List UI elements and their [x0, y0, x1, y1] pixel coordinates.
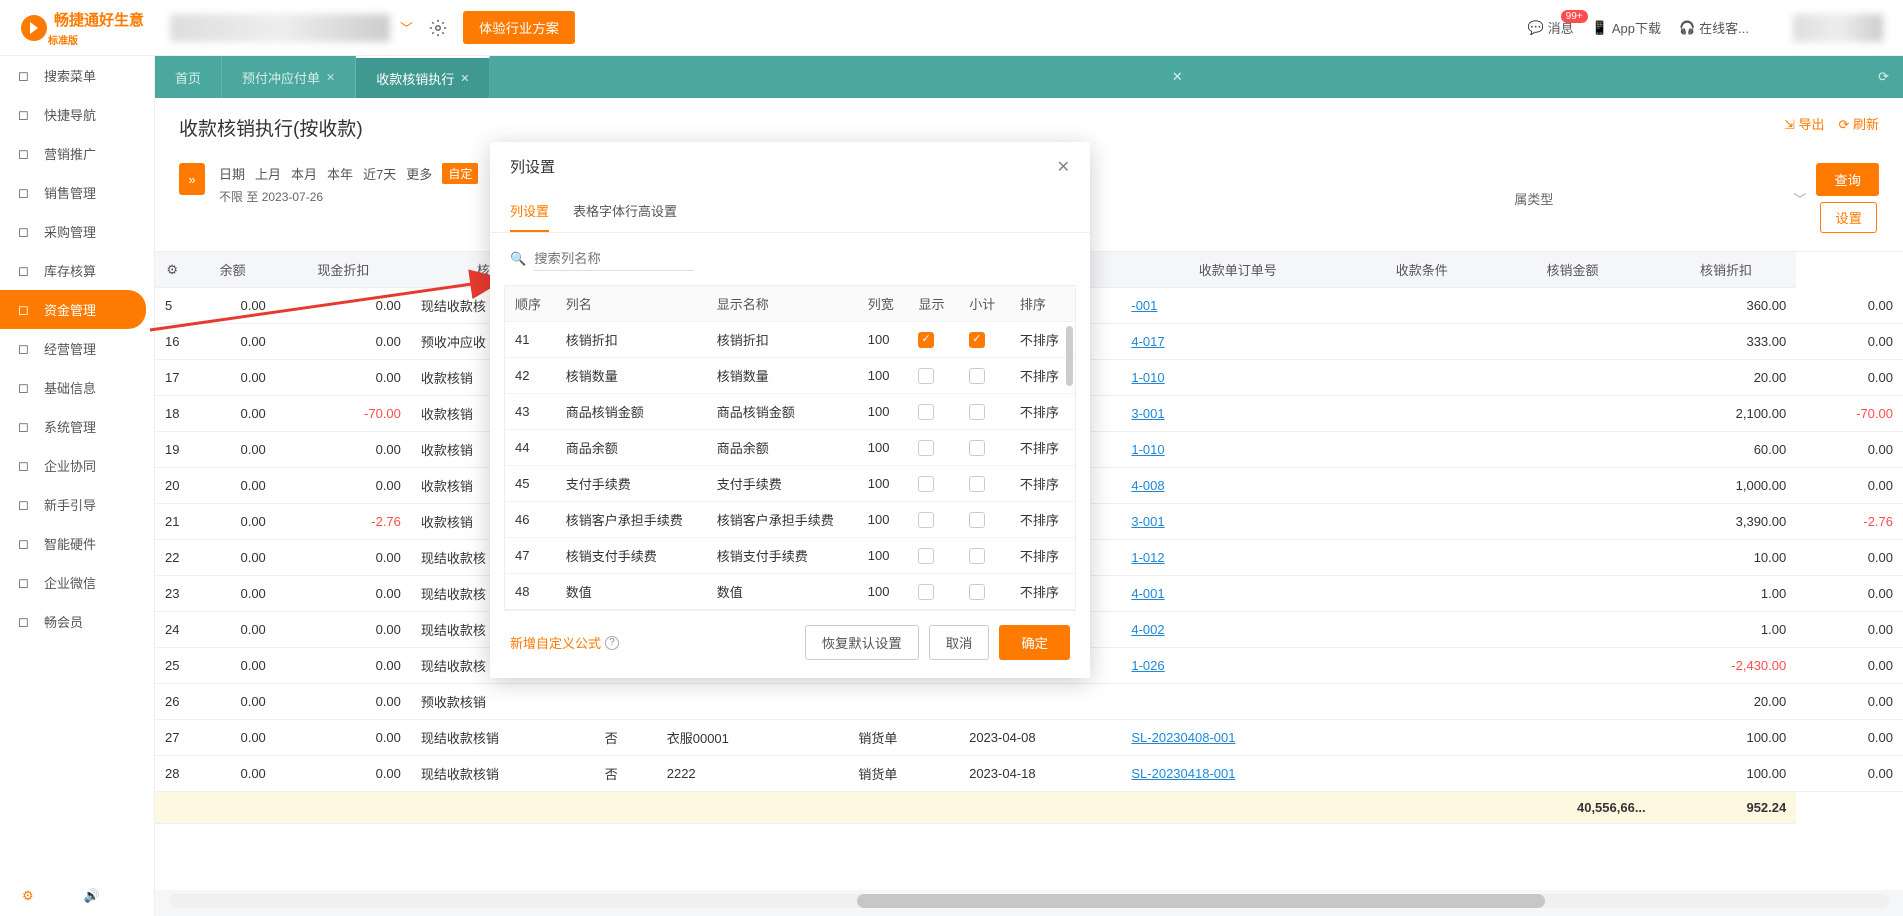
show-checkbox[interactable] [918, 440, 934, 456]
show-checkbox[interactable] [918, 512, 934, 528]
column-config-row: 41核销折扣核销折扣100不排序 [505, 322, 1075, 358]
show-checkbox[interactable] [918, 404, 934, 420]
modal-tab-columns[interactable]: 列设置 [510, 191, 549, 232]
sort-select[interactable]: 不排序 [1010, 430, 1075, 466]
column-settings-modal: 列设置 ✕ 列设置 表格字体行高设置 🔍 顺序 列名 显示名称 列宽 显示 小计… [490, 142, 1090, 678]
column-config-row: 42核销数量核销数量100不排序 [505, 358, 1075, 394]
column-config-row: 48数值数值100不排序 [505, 574, 1075, 610]
sort-select[interactable]: 不排序 [1010, 466, 1075, 502]
sort-select[interactable]: 不排序 [1010, 538, 1075, 574]
subtotal-checkbox[interactable] [969, 548, 985, 564]
column-search-input[interactable] [534, 247, 694, 271]
column-config-row: 46核销客户承担手续费核销客户承担手续费100不排序 [505, 502, 1075, 538]
help-icon[interactable]: ? [605, 636, 619, 650]
subtotal-checkbox[interactable] [969, 332, 985, 348]
sort-select[interactable]: 不排序 [1010, 394, 1075, 430]
restore-defaults-button[interactable]: 恢复默认设置 [805, 625, 919, 660]
subtotal-checkbox[interactable] [969, 476, 985, 492]
show-checkbox[interactable] [918, 332, 934, 348]
show-checkbox[interactable] [918, 584, 934, 600]
subtotal-checkbox[interactable] [969, 512, 985, 528]
column-config-row: 44商品余额商品余额100不排序 [505, 430, 1075, 466]
modal-title: 列设置 [510, 156, 555, 177]
modal-close-icon[interactable]: ✕ [1057, 157, 1070, 177]
show-checkbox[interactable] [918, 476, 934, 492]
add-formula-link[interactable]: 新增自定义公式 ? [510, 633, 619, 652]
sort-select[interactable]: 不排序 [1010, 574, 1075, 610]
subtotal-checkbox[interactable] [969, 404, 985, 420]
modal-tab-font[interactable]: 表格字体行高设置 [573, 191, 677, 232]
subtotal-checkbox[interactable] [969, 368, 985, 384]
search-icon: 🔍 [510, 251, 526, 267]
column-config-row: 47核销支付手续费核销支付手续费100不排序 [505, 538, 1075, 574]
column-config-row: 45支付手续费支付手续费100不排序 [505, 466, 1075, 502]
modal-scrollbar[interactable] [1066, 326, 1073, 386]
ok-button[interactable]: 确定 [999, 625, 1070, 660]
subtotal-checkbox[interactable] [969, 584, 985, 600]
column-config-row: 43商品核销金额商品核销金额100不排序 [505, 394, 1075, 430]
cancel-button[interactable]: 取消 [929, 625, 990, 660]
subtotal-checkbox[interactable] [969, 440, 985, 456]
show-checkbox[interactable] [918, 368, 934, 384]
show-checkbox[interactable] [918, 548, 934, 564]
sort-select[interactable]: 不排序 [1010, 502, 1075, 538]
